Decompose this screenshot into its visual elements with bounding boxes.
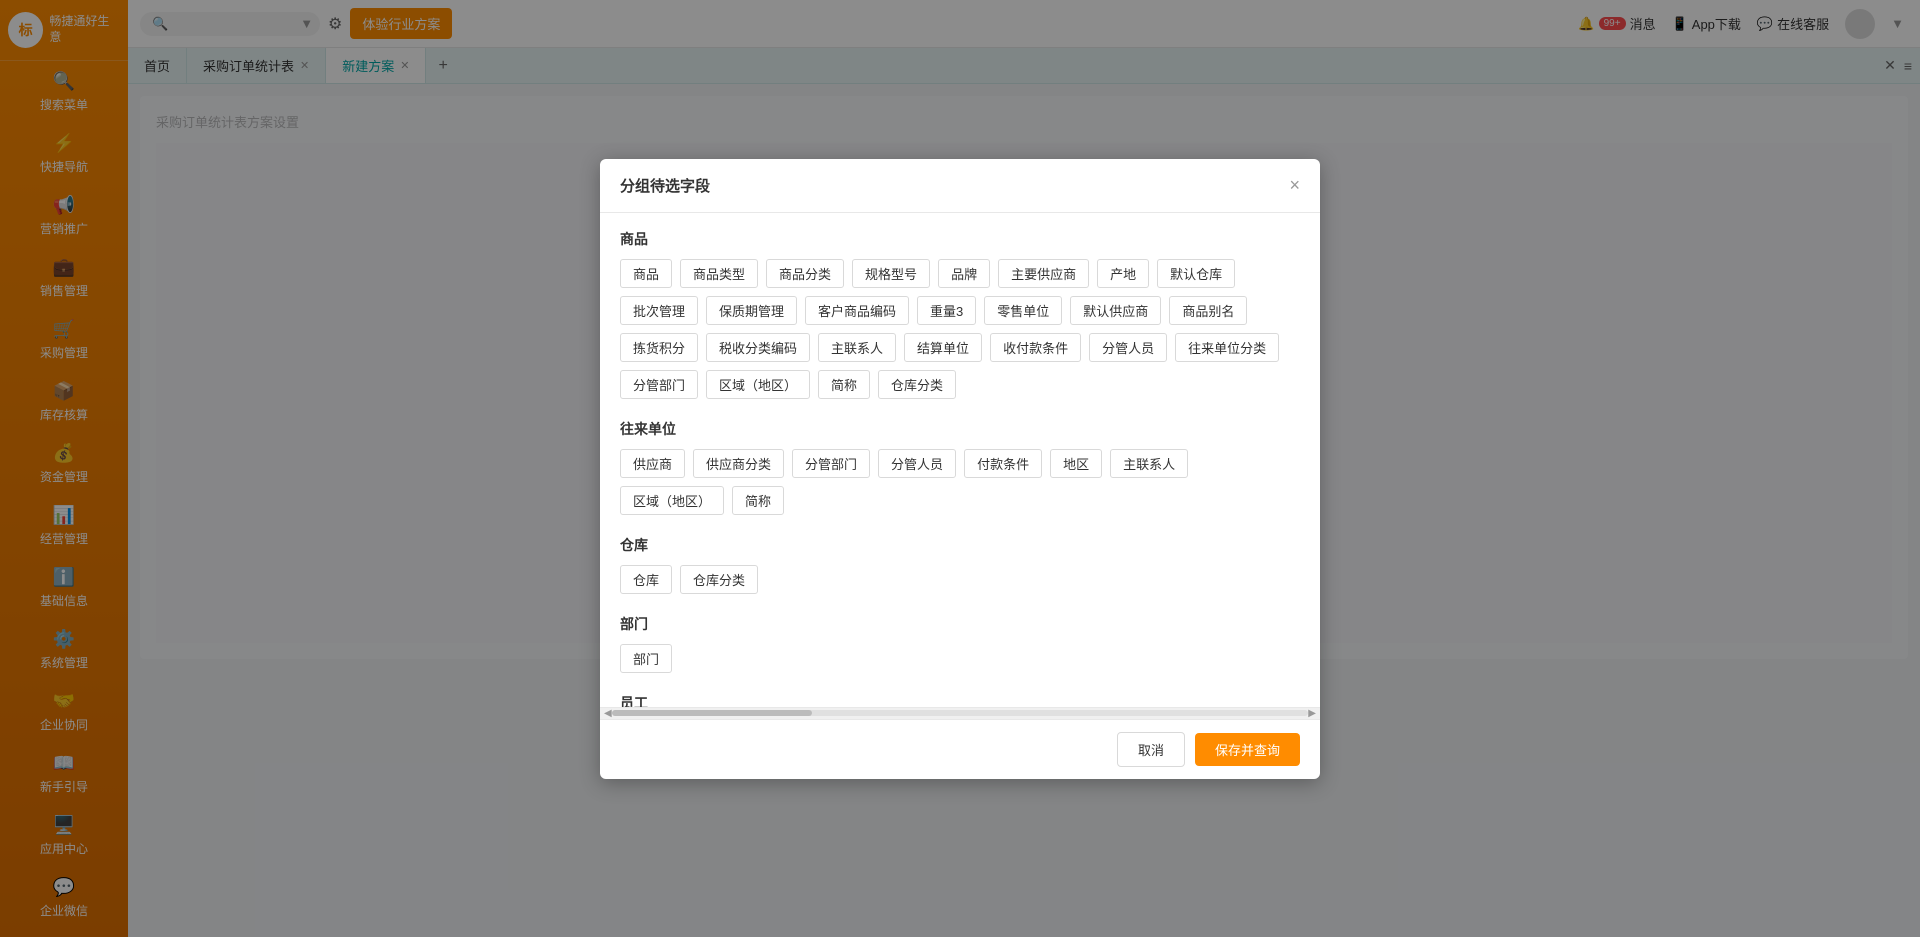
tag-default-supplier[interactable]: 默认供应商 — [1070, 296, 1161, 325]
tag-abbr2[interactable]: 简称 — [732, 486, 784, 515]
scroll-track — [612, 710, 1309, 716]
department-tags: 部门 — [620, 644, 1300, 673]
tag-warehouse-cat[interactable]: 仓库分类 — [680, 565, 758, 594]
tag-origin[interactable]: 产地 — [1097, 259, 1149, 288]
product-tags: 商品 商品类型 商品分类 规格型号 品牌 主要供应商 产地 默认仓库 批次管理 … — [620, 259, 1300, 399]
tag-expiry-mgmt[interactable]: 保质期管理 — [706, 296, 797, 325]
tag-manager2[interactable]: 分管人员 — [878, 449, 956, 478]
section-partner: 往来单位 供应商 供应商分类 分管部门 分管人员 付款条件 地区 主联系人 区域… — [620, 419, 1300, 515]
modal-body: 商品 商品 商品类型 商品分类 规格型号 品牌 主要供应商 产地 默认仓库 批次… — [600, 213, 1320, 707]
section-title-product: 商品 — [620, 229, 1300, 249]
section-warehouse: 仓库 仓库 仓库分类 — [620, 535, 1300, 594]
tag-weight[interactable]: 重量3 — [917, 296, 976, 325]
tag-batch-mgmt[interactable]: 批次管理 — [620, 296, 698, 325]
tag-product[interactable]: 商品 — [620, 259, 672, 288]
tag-retail-unit[interactable]: 零售单位 — [984, 296, 1062, 325]
tag-payment-terms[interactable]: 收付款条件 — [990, 333, 1081, 362]
tag-area[interactable]: 地区 — [1050, 449, 1102, 478]
scroll-left[interactable]: ◀ — [604, 708, 612, 719]
tag-brand[interactable]: 品牌 — [938, 259, 990, 288]
cancel-button[interactable]: 取消 — [1117, 732, 1185, 767]
confirm-button[interactable]: 保存并查询 — [1195, 733, 1300, 766]
tag-warehouse-category[interactable]: 仓库分类 — [878, 370, 956, 399]
section-department: 部门 部门 — [620, 614, 1300, 673]
warehouse-tags: 仓库 仓库分类 — [620, 565, 1300, 594]
tag-supplier[interactable]: 供应商 — [620, 449, 685, 478]
section-product: 商品 商品 商品类型 商品分类 规格型号 品牌 主要供应商 产地 默认仓库 批次… — [620, 229, 1300, 399]
tag-pick-points[interactable]: 拣货积分 — [620, 333, 698, 362]
tag-default-warehouse[interactable]: 默认仓库 — [1157, 259, 1235, 288]
tag-supplier-category[interactable]: 供应商分类 — [693, 449, 784, 478]
tag-product-type[interactable]: 商品类型 — [680, 259, 758, 288]
scroll-thumb[interactable] — [612, 710, 812, 716]
tag-region[interactable]: 区域（地区） — [706, 370, 810, 399]
tag-settlement-unit[interactable]: 结算单位 — [904, 333, 982, 362]
tag-manager[interactable]: 分管人员 — [1089, 333, 1167, 362]
tag-tax-code[interactable]: 税收分类编码 — [706, 333, 810, 362]
tag-abbreviation[interactable]: 简称 — [818, 370, 870, 399]
section-title-warehouse: 仓库 — [620, 535, 1300, 555]
tag-warehouse[interactable]: 仓库 — [620, 565, 672, 594]
modal-header: 分组待选字段 × — [600, 159, 1320, 213]
modal-footer: 取消 保存并查询 — [600, 719, 1320, 779]
tag-main-contact[interactable]: 主联系人 — [818, 333, 896, 362]
tag-dept[interactable]: 分管部门 — [620, 370, 698, 399]
tag-partner-category[interactable]: 往来单位分类 — [1175, 333, 1279, 362]
tag-customer-code[interactable]: 客户商品编码 — [805, 296, 909, 325]
scroll-right[interactable]: ▶ — [1308, 708, 1316, 719]
tag-main-supplier[interactable]: 主要供应商 — [998, 259, 1089, 288]
tag-product-alias[interactable]: 商品别名 — [1169, 296, 1247, 325]
modal-horizontal-scrollbar[interactable]: ◀ ▶ — [600, 707, 1320, 719]
tag-dept2[interactable]: 分管部门 — [792, 449, 870, 478]
section-title-department: 部门 — [620, 614, 1300, 634]
tag-region2[interactable]: 区域（地区） — [620, 486, 724, 515]
section-title-partner: 往来单位 — [620, 419, 1300, 439]
modal-close-button[interactable]: × — [1289, 176, 1300, 194]
tag-spec-model[interactable]: 规格型号 — [852, 259, 930, 288]
modal-title: 分组待选字段 — [620, 175, 710, 196]
modal-overlay[interactable]: 分组待选字段 × 商品 商品 商品类型 商品分类 规格型号 品牌 主要供应商 产… — [0, 0, 1920, 937]
section-employee: 员工 业务员 — [620, 693, 1300, 707]
section-title-employee: 员工 — [620, 693, 1300, 707]
tag-product-category[interactable]: 商品分类 — [766, 259, 844, 288]
partner-tags: 供应商 供应商分类 分管部门 分管人员 付款条件 地区 主联系人 区域（地区） … — [620, 449, 1300, 515]
tag-main-contact2[interactable]: 主联系人 — [1110, 449, 1188, 478]
tag-payment-cond[interactable]: 付款条件 — [964, 449, 1042, 478]
tag-department[interactable]: 部门 — [620, 644, 672, 673]
modal-dialog: 分组待选字段 × 商品 商品 商品类型 商品分类 规格型号 品牌 主要供应商 产… — [600, 159, 1320, 779]
